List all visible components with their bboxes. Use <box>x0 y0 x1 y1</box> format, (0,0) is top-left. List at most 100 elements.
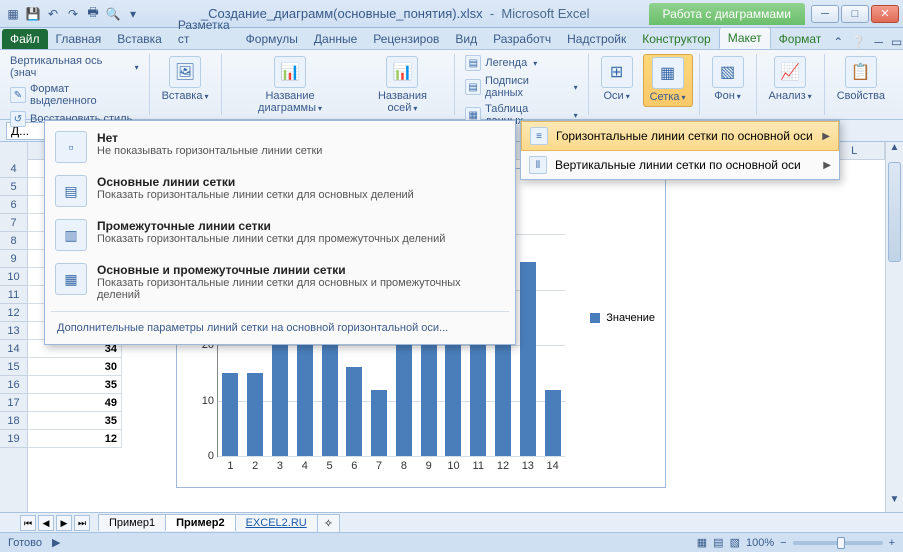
close-button[interactable]: ✕ <box>871 5 899 23</box>
undo-icon[interactable]: ↶ <box>44 5 62 23</box>
data-labels-button[interactable]: ▤Подписи данных▾ <box>461 74 581 100</box>
tab-insert[interactable]: Вставка <box>109 29 170 49</box>
menu-item-minor[interactable]: ▥ Промежуточные линии сеткиПоказать гори… <box>45 213 515 257</box>
redo-icon[interactable]: ↷ <box>64 5 82 23</box>
new-sheet-button[interactable]: ✧ <box>317 514 340 532</box>
axes-button[interactable]: ⊞Оси▾ <box>595 54 639 107</box>
zoom-out-icon[interactable]: − <box>780 537 786 549</box>
tab-formulas[interactable]: Формулы <box>238 29 306 49</box>
tab-developer[interactable]: Разработч <box>485 29 559 49</box>
tab-format[interactable]: Формат <box>771 29 830 49</box>
save-icon[interactable]: 💾 <box>24 5 42 23</box>
sheet-nav-prev-icon[interactable]: ◀ <box>38 515 54 531</box>
vertical-scrollbar[interactable]: ▲ ▼ <box>885 142 903 512</box>
qat-preview-icon[interactable]: 🔍 <box>104 5 122 23</box>
row-header[interactable]: 13 <box>0 322 27 340</box>
bar[interactable] <box>520 262 536 456</box>
insert-button[interactable]: 🖼Вставка▾ <box>156 54 215 105</box>
bar[interactable] <box>371 390 387 456</box>
row-header[interactable]: 14 <box>0 340 27 358</box>
qat-more-icon[interactable]: ▾ <box>124 5 142 23</box>
flyout-horizontal-gridlines[interactable]: ≡ Горизонтальные линии сетки по основной… <box>521 121 839 151</box>
x-tick-label: 10 <box>443 460 463 472</box>
bar[interactable] <box>222 373 238 456</box>
group-current-selection: Вертикальная ось (знач▾ ✎Формат выделенн… <box>6 54 150 115</box>
tab-data[interactable]: Данные <box>306 29 365 49</box>
flyout-vertical-gridlines[interactable]: ⦀ Вертикальные линии сетки по основной о… <box>521 151 839 179</box>
format-selection-button[interactable]: ✎Формат выделенного <box>6 82 143 108</box>
sheet-tab-1[interactable]: Пример1 <box>98 514 166 531</box>
cell[interactable]: 30 <box>28 358 122 376</box>
sheet-nav-last-icon[interactable]: ⏭ <box>74 515 90 531</box>
tab-layout[interactable]: Макет <box>719 27 771 49</box>
row-headers[interactable]: 45678910111213141516171819 <box>0 142 28 512</box>
cell[interactable]: 49 <box>28 394 122 412</box>
row-header[interactable]: 5 <box>0 178 27 196</box>
row-header[interactable]: 8 <box>0 232 27 250</box>
scroll-up-icon[interactable]: ▲ <box>886 142 903 160</box>
view-normal-icon[interactable]: ▦ <box>697 536 707 549</box>
chart-element-selector[interactable]: Вертикальная ось (знач▾ <box>6 54 143 80</box>
menu-item-major-minor[interactable]: ▦ Основные и промежуточные линии сеткиПо… <box>45 257 515 307</box>
row-header[interactable]: 10 <box>0 268 27 286</box>
gridlines-button[interactable]: ▦Сетка▾ <box>643 54 693 107</box>
zoom-level[interactable]: 100% <box>746 537 774 549</box>
analysis-button[interactable]: 📈Анализ▾ <box>763 54 818 105</box>
zoom-in-icon[interactable]: + <box>889 537 895 549</box>
properties-button[interactable]: 📋Свойства <box>831 54 891 104</box>
tab-page-layout[interactable]: Разметка ст <box>170 15 238 49</box>
tab-home[interactable]: Главная <box>48 29 110 49</box>
legend-button[interactable]: ▤Легенда▾ <box>461 54 581 72</box>
bar[interactable] <box>545 390 561 456</box>
axes-icon: ⊞ <box>601 56 633 88</box>
menu-item-major[interactable]: ▤ Основные линии сеткиПоказать горизонта… <box>45 169 515 213</box>
row-header[interactable]: 12 <box>0 304 27 322</box>
help-icon[interactable]: ❔ <box>847 35 870 49</box>
row-header[interactable]: 15 <box>0 358 27 376</box>
row-header[interactable]: 4 <box>0 160 27 178</box>
sheet-nav-first-icon[interactable]: ⏮ <box>20 515 36 531</box>
scroll-down-icon[interactable]: ▼ <box>886 494 903 512</box>
tab-view[interactable]: Вид <box>447 29 485 49</box>
doc-minimize-icon[interactable]: ─ <box>870 35 887 49</box>
qat-print-icon[interactable]: 🖶 <box>84 5 102 23</box>
view-page-break-icon[interactable]: ▧ <box>730 536 740 549</box>
view-page-layout-icon[interactable]: ▤ <box>713 536 723 549</box>
maximize-button[interactable]: □ <box>841 5 869 23</box>
menu-item-none[interactable]: ▫ НетНе показывать горизонтальные линии … <box>45 125 515 169</box>
row-header[interactable]: 6 <box>0 196 27 214</box>
cell[interactable]: 35 <box>28 376 122 394</box>
row-header[interactable]: 9 <box>0 250 27 268</box>
axis-titles-icon: 📊 <box>386 56 418 88</box>
tab-design[interactable]: Конструктор <box>634 29 718 49</box>
cell[interactable]: 12 <box>28 430 122 448</box>
row-header[interactable]: 7 <box>0 214 27 232</box>
scroll-thumb[interactable] <box>888 162 901 262</box>
row-header[interactable]: 17 <box>0 394 27 412</box>
chart-title-button[interactable]: 📊Название диаграммы▾ <box>228 54 353 117</box>
legend[interactable]: Значение <box>590 312 655 324</box>
row-header[interactable]: 16 <box>0 376 27 394</box>
bar[interactable] <box>247 373 263 456</box>
sheet-tab-2[interactable]: Пример2 <box>165 514 235 531</box>
row-header[interactable]: 11 <box>0 286 27 304</box>
zoom-slider[interactable] <box>793 541 883 545</box>
tab-review[interactable]: Рецензиров <box>365 29 447 49</box>
minimize-button[interactable]: ─ <box>811 5 839 23</box>
vertical-gridlines-icon: ⦀ <box>529 156 547 174</box>
tab-file[interactable]: Файл <box>2 29 48 49</box>
background-button[interactable]: ▧Фон▾ <box>706 54 750 105</box>
row-header[interactable]: 18 <box>0 412 27 430</box>
cell[interactable]: 35 <box>28 412 122 430</box>
macro-record-icon[interactable]: ▶ <box>52 536 60 549</box>
doc-restore-icon[interactable]: ▭ <box>887 35 903 49</box>
bar[interactable] <box>346 367 362 456</box>
sheet-nav-next-icon[interactable]: ▶ <box>56 515 72 531</box>
zoom-slider-thumb[interactable] <box>837 537 845 549</box>
menu-more-options[interactable]: Дополнительные параметры линий сетки на … <box>45 316 515 340</box>
axis-titles-button[interactable]: 📊Названия осей▾ <box>357 54 449 117</box>
ribbon-minimize-icon[interactable]: ⌃ <box>829 35 847 49</box>
row-header[interactable]: 19 <box>0 430 27 448</box>
tab-addins[interactable]: Надстройк <box>559 29 634 49</box>
sheet-tab-3[interactable]: EXCEL2.RU <box>235 514 318 531</box>
